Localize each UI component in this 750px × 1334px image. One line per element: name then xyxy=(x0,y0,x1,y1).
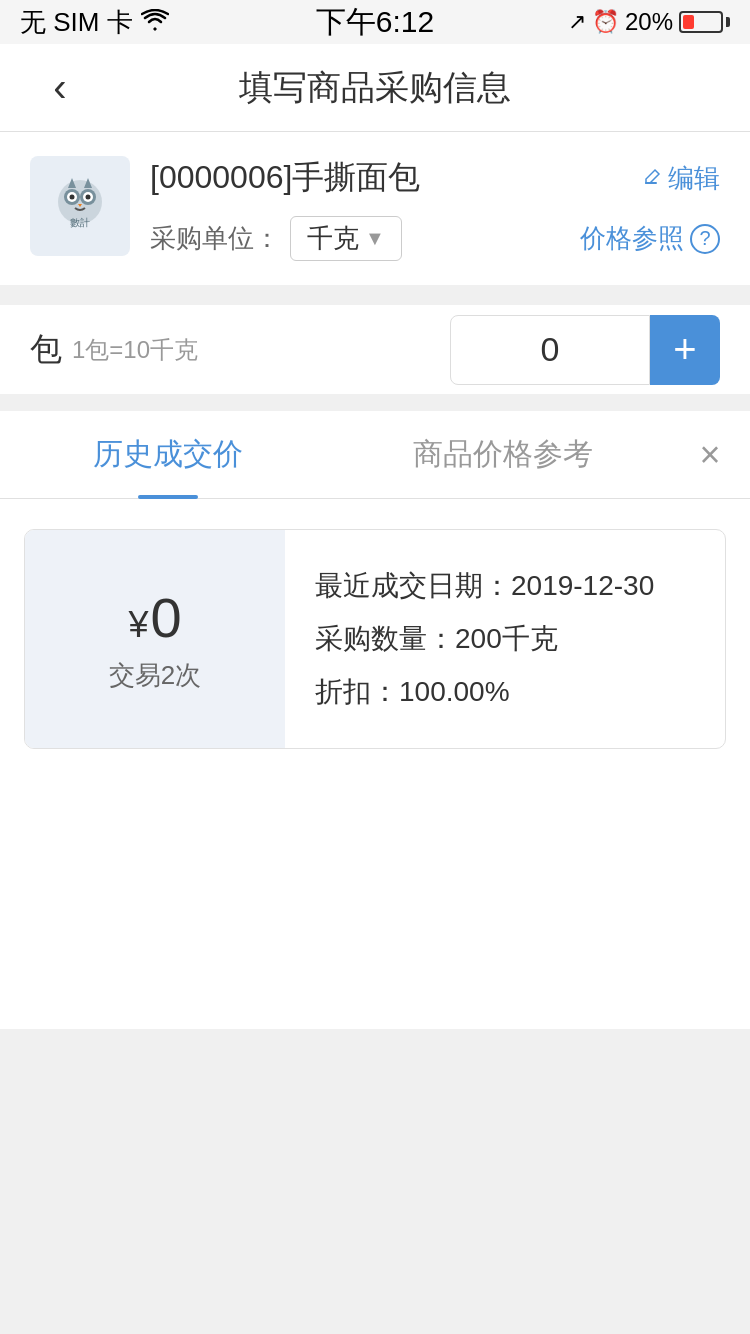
help-icon: ? xyxy=(690,224,720,254)
tabs-header: 历史成交价 商品价格参考 × xyxy=(0,411,750,499)
tab-product-price-ref[interactable]: 商品价格参考 xyxy=(335,411,670,499)
product-thumbnail: 數計 xyxy=(30,156,130,256)
battery-icon xyxy=(679,11,730,33)
currency-symbol: ¥ xyxy=(128,604,148,646)
trade-count: 交易2次 xyxy=(109,658,201,693)
alarm-icon: ⏰ xyxy=(592,9,619,35)
tab-product-price-label: 商品价格参考 xyxy=(413,434,593,475)
tab-history-price[interactable]: 历史成交价 xyxy=(0,411,335,499)
qty-unit: 包 xyxy=(30,328,62,372)
status-left: 无 SIM 卡 xyxy=(20,5,169,40)
close-icon: × xyxy=(699,434,720,476)
price-ref-label: 价格参照 xyxy=(580,221,684,256)
battery-percent: 20% xyxy=(625,8,673,36)
back-button[interactable]: ‹ xyxy=(30,65,90,110)
location-icon: ↗ xyxy=(568,9,586,35)
signal-text: 无 SIM 卡 xyxy=(20,5,133,40)
discount-value: 100.00% xyxy=(399,676,510,707)
close-button[interactable]: × xyxy=(670,434,750,476)
plus-icon: + xyxy=(673,327,696,372)
unit-value: 千克 xyxy=(307,221,359,256)
purchase-qty-value: 200千克 xyxy=(455,623,558,654)
price-card-left: ¥ 0 交易2次 xyxy=(25,530,285,748)
discount-item: 折扣：100.00% xyxy=(315,672,695,711)
purchase-qty-item: 采购数量：200千克 xyxy=(315,619,695,658)
status-time: 下午6:12 xyxy=(316,2,434,43)
status-bar: 无 SIM 卡 下午6:12 ↗ ⏰ 20% xyxy=(0,0,750,44)
svg-text:數計: 數計 xyxy=(70,217,90,228)
qty-conversion: 1包=10千克 xyxy=(72,334,198,366)
price-amount: 0 xyxy=(150,585,181,650)
status-right: ↗ ⏰ 20% xyxy=(568,8,730,36)
discount-label: 折扣： xyxy=(315,676,399,707)
quantity-label: 包 1包=10千克 xyxy=(30,328,450,372)
price-card-right: 最近成交日期：2019-12-30 采购数量：200千克 折扣：100.00% xyxy=(285,530,725,748)
product-logo-icon: 數計 xyxy=(50,170,110,242)
main-content: ¥ 0 交易2次 最近成交日期：2019-12-30 采购数量：200千克 折扣… xyxy=(0,529,750,1029)
tab-active-indicator xyxy=(138,495,198,499)
quantity-input-group: + xyxy=(450,315,720,385)
unit-label-group: 采购单位： 千克 ▼ xyxy=(150,216,402,261)
product-info: [0000006]手撕面包 编辑 采购单位： 千克 ▼ xyxy=(150,156,720,261)
edit-button[interactable]: 编辑 xyxy=(642,161,720,196)
dropdown-arrow-icon: ▼ xyxy=(365,227,385,250)
unit-selector[interactable]: 千克 ▼ xyxy=(290,216,402,261)
page-title: 填写商品采购信息 xyxy=(239,65,511,111)
product-name: [0000006]手撕面包 xyxy=(150,156,420,200)
section-divider xyxy=(0,285,750,305)
unit-label: 采购单位： xyxy=(150,221,280,256)
svg-point-6 xyxy=(86,195,91,200)
quantity-section: 包 1包=10千克 + xyxy=(0,305,750,395)
nav-bar: ‹ 填写商品采购信息 xyxy=(0,44,750,132)
tab-history-label: 历史成交价 xyxy=(93,434,243,475)
svg-point-5 xyxy=(70,195,75,200)
wifi-icon xyxy=(141,7,169,38)
product-section: 數計 [0000006]手撕面包 编辑 采购单位： 千 xyxy=(0,132,750,285)
recent-date-item: 最近成交日期：2019-12-30 xyxy=(315,566,695,605)
quantity-input[interactable] xyxy=(450,315,650,385)
recent-date-label: 最近成交日期： xyxy=(315,570,511,601)
purchase-qty-label: 采购数量： xyxy=(315,623,455,654)
price-ref-button[interactable]: 价格参照 ? xyxy=(580,221,720,256)
tabs-section: 历史成交价 商品价格参考 × ¥ 0 交易2次 最近成交日期：2019-12-3… xyxy=(0,411,750,1029)
price-card: ¥ 0 交易2次 最近成交日期：2019-12-30 采购数量：200千克 折扣… xyxy=(24,529,726,749)
plus-button[interactable]: + xyxy=(650,315,720,385)
recent-date-value: 2019-12-30 xyxy=(511,570,654,601)
